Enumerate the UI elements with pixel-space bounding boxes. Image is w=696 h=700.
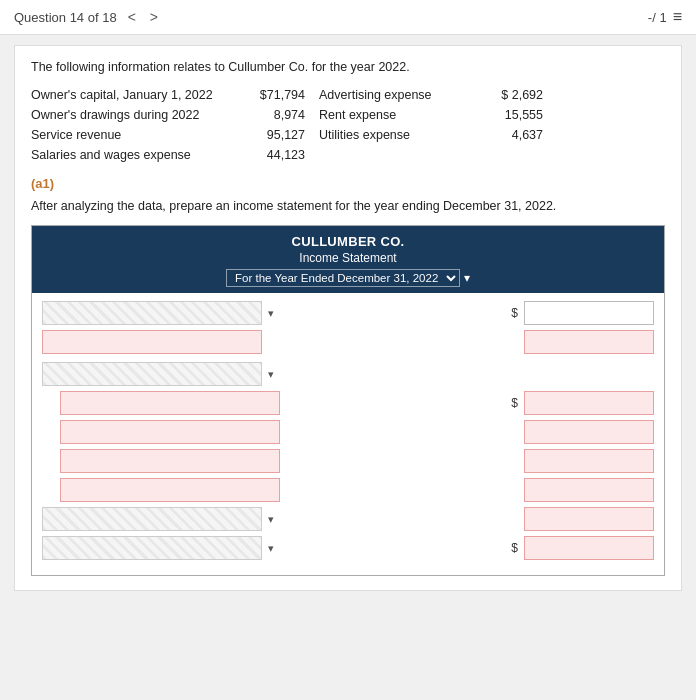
is-revenue-row-2 — [42, 330, 654, 354]
total-exp-striped — [42, 507, 262, 531]
expense-label-3[interactable] — [60, 449, 280, 473]
is-company-name: CULLUMBER CO. — [42, 234, 654, 249]
data-table: Owner's capital, January 1, 2022 $71,794… — [31, 88, 665, 162]
main-content: The following information relates to Cul… — [14, 45, 682, 591]
period-chevron-icon: ▾ — [464, 271, 470, 285]
data-label-4: Salaries and wages expense — [31, 148, 231, 162]
data-label-r3: Utilities expense — [319, 128, 479, 142]
expense-amount-1[interactable] — [524, 391, 654, 415]
data-label-1: Owner's capital, January 1, 2022 — [31, 88, 231, 102]
revenue-select-wrapper-1 — [42, 301, 262, 325]
data-label-r1: Advertising expense — [319, 88, 479, 102]
net-income-chevron[interactable]: ▾ — [268, 542, 274, 555]
expense-label-4[interactable] — [60, 478, 280, 502]
revenue-striped-1 — [42, 301, 262, 325]
net-income-dollar: $ — [511, 541, 518, 555]
nav-prev-button[interactable]: < — [125, 9, 139, 25]
expense-row-3 — [60, 449, 654, 473]
nav-next-button[interactable]: > — [147, 9, 161, 25]
question-nav: Question 14 of 18 < > — [14, 9, 161, 25]
expense-chevron-header[interactable]: ▾ — [268, 368, 274, 381]
data-value-2: 8,974 — [235, 108, 315, 122]
score-area: -/ 1 ≡ — [648, 8, 682, 26]
net-income-striped — [42, 536, 262, 560]
is-net-income-row: ▾ $ — [42, 536, 654, 560]
top-bar: Question 14 of 18 < > -/ 1 ≡ — [0, 0, 696, 35]
data-value-r3: 4,637 — [483, 128, 553, 142]
net-income-amount[interactable] — [524, 536, 654, 560]
is-header: CULLUMBER CO. Income Statement For the Y… — [32, 226, 664, 293]
data-value-3: 95,127 — [235, 128, 315, 142]
data-value-r2: 15,555 — [483, 108, 553, 122]
is-title: Income Statement — [42, 251, 654, 265]
menu-icon[interactable]: ≡ — [673, 8, 682, 26]
is-total-expenses-row: ▾ — [42, 507, 654, 531]
expense-dollar-1: $ — [511, 396, 518, 410]
income-statement-box: CULLUMBER CO. Income Statement For the Y… — [31, 225, 665, 576]
expense-row-1: $ — [60, 391, 654, 415]
is-revenue-row-1: ▾ $ — [42, 301, 654, 325]
revenue-amount-1[interactable] — [524, 301, 654, 325]
expense-label-2[interactable] — [60, 420, 280, 444]
revenue-label-2[interactable] — [42, 330, 262, 354]
data-label-r2: Rent expense — [319, 108, 479, 122]
expense-amount-4[interactable] — [524, 478, 654, 502]
total-exp-chevron[interactable]: ▾ — [268, 513, 274, 526]
expense-amount-2[interactable] — [524, 420, 654, 444]
period-select[interactable]: For the Year Ended December 31, 2022 — [226, 269, 460, 287]
expense-amount-3[interactable] — [524, 449, 654, 473]
data-value-r4 — [483, 148, 553, 162]
question-label: Question 14 of 18 — [14, 10, 117, 25]
expense-label-1[interactable] — [60, 391, 280, 415]
revenue-chevron-1[interactable]: ▾ — [268, 307, 274, 320]
expense-items: $ — [60, 391, 654, 502]
expense-row-4 — [60, 478, 654, 502]
total-expenses-amount[interactable] — [524, 507, 654, 531]
instruction-text: After analyzing the data, prepare an inc… — [31, 199, 665, 213]
expense-row-2 — [60, 420, 654, 444]
revenue-amount-2[interactable] — [524, 330, 654, 354]
revenue-dollar-1: $ — [511, 306, 518, 320]
expense-striped-header — [42, 362, 262, 386]
is-period-row: For the Year Ended December 31, 2022 ▾ — [42, 269, 654, 287]
is-body: ▾ $ ▾ $ — [32, 293, 664, 575]
data-label-3: Service revenue — [31, 128, 231, 142]
data-value-r1: $ 2,692 — [483, 88, 553, 102]
info-description: The following information relates to Cul… — [31, 60, 665, 74]
section-label: (a1) — [31, 176, 665, 191]
is-expense-header-row: ▾ — [42, 362, 654, 386]
data-label-2: Owner's drawings during 2022 — [31, 108, 231, 122]
data-value-1: $71,794 — [235, 88, 315, 102]
data-label-r4 — [319, 148, 479, 162]
score-label: -/ 1 — [648, 10, 667, 25]
data-value-4: 44,123 — [235, 148, 315, 162]
